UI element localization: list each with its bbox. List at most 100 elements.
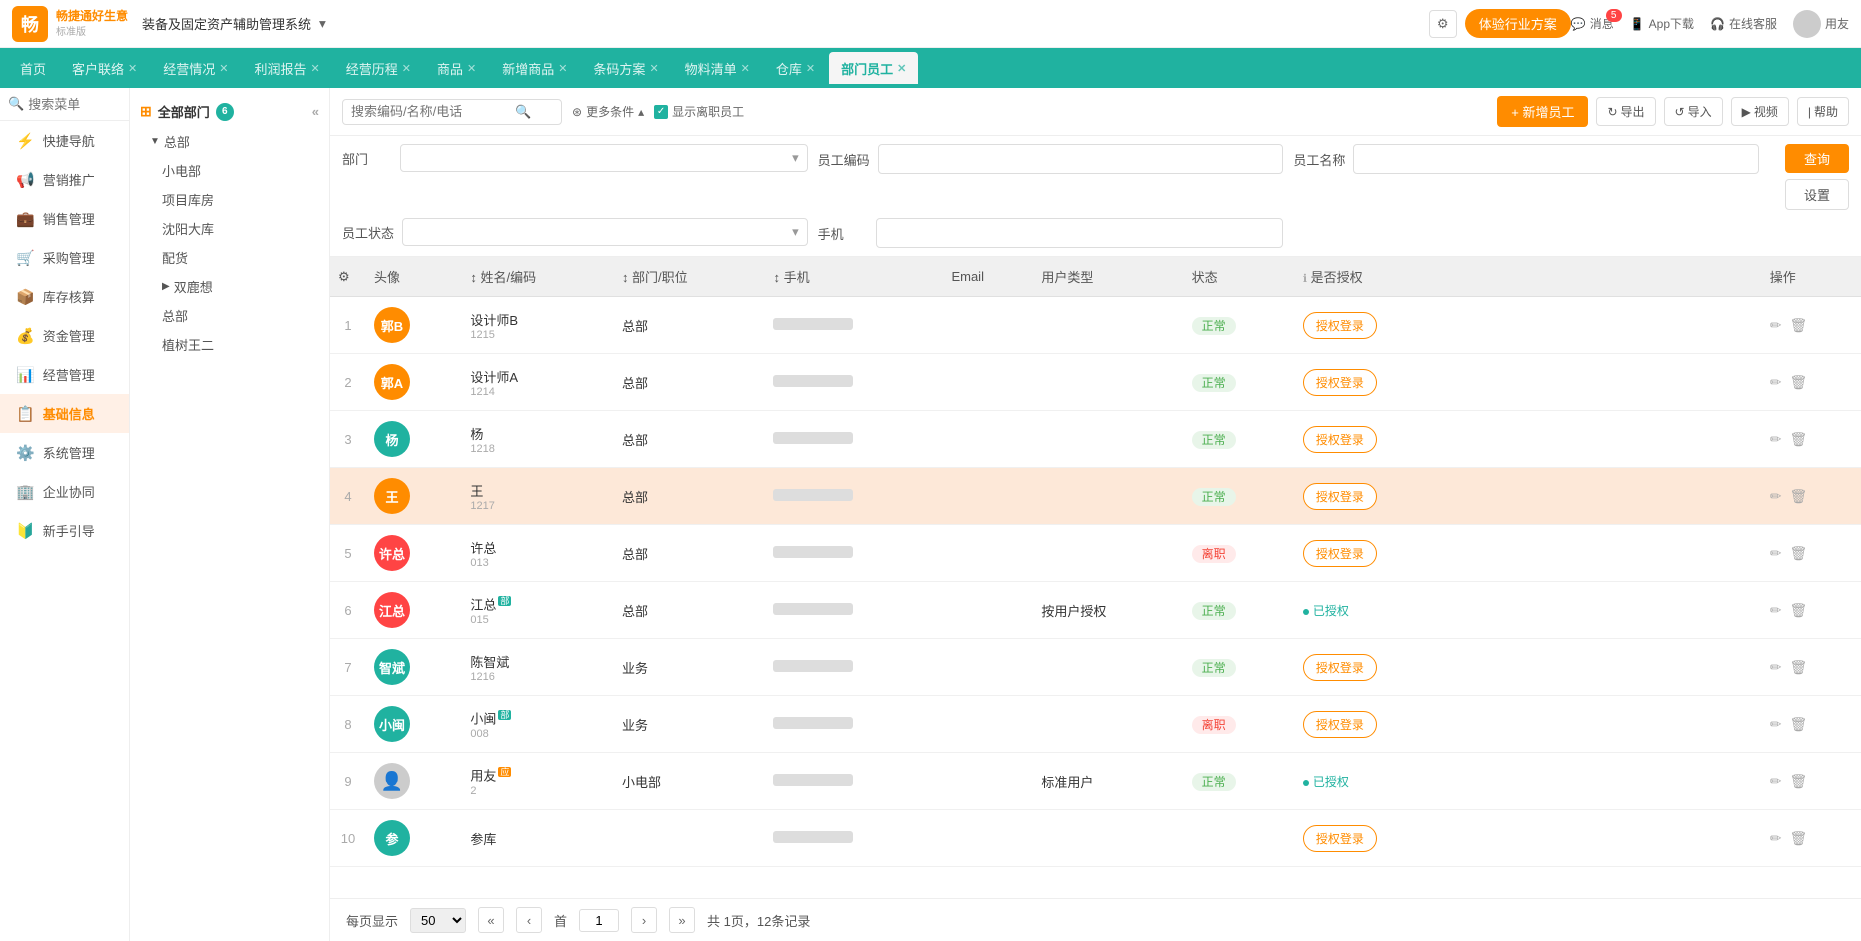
more-conditions-button[interactable]: ⊛ 更多条件 ▴	[572, 103, 644, 120]
page-input[interactable]	[579, 909, 619, 932]
phone-input[interactable]	[876, 218, 1284, 248]
add-employee-button[interactable]: + 新增员工	[1497, 96, 1588, 127]
auth-button[interactable]: 授权登录	[1303, 654, 1377, 681]
user-menu[interactable]: 用友	[1793, 10, 1849, 38]
video-button[interactable]: ▶ 视频	[1731, 97, 1789, 126]
filter-settings-button[interactable]: 设置	[1785, 179, 1849, 210]
tab-customer[interactable]: 客户联络 ✕	[60, 52, 149, 84]
status-select[interactable]: ▾	[402, 218, 808, 246]
auth-button[interactable]: 授权登录	[1303, 312, 1377, 339]
auth-button[interactable]: 授权登录	[1303, 711, 1377, 738]
tab-bom[interactable]: 物料清单 ✕	[673, 52, 762, 84]
trial-button[interactable]: 体验行业方案	[1465, 9, 1571, 38]
tab-department-employee[interactable]: 部门员工 ✕	[829, 52, 918, 84]
close-icon[interactable]: ✕	[311, 62, 320, 75]
export-button[interactable]: ↻ 导出	[1596, 97, 1655, 126]
delete-icon[interactable]: 🗑	[1789, 374, 1807, 391]
sidebar-item-enterprise[interactable]: 🏢 企业协同	[0, 472, 129, 511]
sidebar-item-operations[interactable]: 📊 经营管理	[0, 355, 129, 394]
edit-icon[interactable]: ✏	[1770, 659, 1782, 676]
delete-icon[interactable]: 🗑	[1789, 317, 1807, 334]
delete-icon[interactable]: 🗑	[1789, 488, 1807, 505]
show-resigned-toggle[interactable]: ✓ 显示离职员工	[654, 103, 744, 120]
delete-icon[interactable]: 🗑	[1789, 773, 1807, 790]
dept-node-general[interactable]: ▼总部	[130, 127, 329, 156]
settings-button[interactable]: ⚙	[1429, 10, 1457, 38]
import-button[interactable]: ↺ 导入	[1664, 97, 1723, 126]
dept-node-distribution[interactable]: 配货	[130, 243, 329, 272]
close-icon[interactable]: ✕	[467, 62, 476, 75]
auth-button[interactable]: 授权登录	[1303, 483, 1377, 510]
dept-node-shenyang[interactable]: 沈阳大库	[130, 214, 329, 243]
tab-profit[interactable]: 利润报告 ✕	[242, 52, 331, 84]
sidebar-item-guide[interactable]: 🔰 新手引导	[0, 511, 129, 550]
query-button[interactable]: 查询	[1785, 144, 1849, 173]
close-icon[interactable]: ✕	[219, 62, 228, 75]
edit-icon[interactable]: ✏	[1770, 317, 1782, 334]
close-icon[interactable]: ✕	[558, 62, 567, 75]
tab-add-goods[interactable]: 新增商品 ✕	[490, 52, 579, 84]
tab-warehouse[interactable]: 仓库 ✕	[764, 52, 827, 84]
sidebar-item-basic-info[interactable]: 📋 基础信息	[0, 394, 129, 433]
first-page-btn[interactable]: «	[478, 907, 504, 933]
tab-journey[interactable]: 经营历程 ✕	[334, 52, 423, 84]
close-icon[interactable]: ✕	[897, 62, 906, 75]
prev-page-btn[interactable]: ‹	[516, 907, 542, 933]
col-settings[interactable]: ⚙	[330, 257, 366, 297]
tab-barcode[interactable]: 条码方案 ✕	[581, 52, 670, 84]
close-icon[interactable]: ✕	[402, 62, 411, 75]
sidebar-item-inventory[interactable]: 📦 库存核算	[0, 277, 129, 316]
auth-button[interactable]: 授权登录	[1303, 540, 1377, 567]
edit-icon[interactable]: ✏	[1770, 602, 1782, 619]
last-page-btn[interactable]: »	[669, 907, 695, 933]
sidebar-item-finance[interactable]: 💰 资金管理	[0, 316, 129, 355]
app-download-button[interactable]: 📱 App下载	[1630, 15, 1694, 32]
emp-code-input[interactable]	[878, 144, 1284, 174]
collapse-button[interactable]: «	[312, 104, 319, 119]
message-button[interactable]: 💬 消息 5	[1571, 15, 1614, 32]
edit-icon[interactable]: ✏	[1770, 545, 1782, 562]
dept-node-project[interactable]: 项目库房	[130, 185, 329, 214]
sidebar-item-system[interactable]: ⚙️ 系统管理	[0, 433, 129, 472]
online-support-button[interactable]: 🎧 在线客服	[1710, 15, 1777, 32]
col-dept-pos[interactable]: ↕ 部门/职位	[614, 257, 766, 297]
more-button[interactable]: | 帮助	[1797, 97, 1849, 126]
edit-icon[interactable]: ✏	[1770, 773, 1782, 790]
dept-node-shuanglu[interactable]: ▶双鹿想	[130, 272, 329, 301]
system-dropdown-btn[interactable]: ▾	[319, 16, 326, 32]
auth-button[interactable]: 授权登录	[1303, 369, 1377, 396]
col-name-code[interactable]: ↕ 姓名/编码	[462, 257, 614, 297]
emp-name-input[interactable]	[1353, 144, 1759, 174]
delete-icon[interactable]: 🗑	[1789, 602, 1807, 619]
delete-icon[interactable]: 🗑	[1789, 830, 1807, 847]
tab-goods[interactable]: 商品 ✕	[425, 52, 488, 84]
edit-icon[interactable]: ✏	[1770, 431, 1782, 448]
next-page-btn[interactable]: ›	[631, 907, 657, 933]
sidebar-search-input[interactable]	[28, 97, 121, 112]
sidebar-item-purchase[interactable]: 🛒 采购管理	[0, 238, 129, 277]
delete-icon[interactable]: 🗑	[1789, 716, 1807, 733]
delete-icon[interactable]: 🗑	[1789, 545, 1807, 562]
tab-home[interactable]: 首页	[8, 52, 58, 84]
employee-search-input[interactable]	[351, 104, 511, 119]
page-size-select[interactable]: 50 20 100	[410, 908, 466, 933]
close-icon[interactable]: ✕	[128, 62, 137, 75]
sidebar-item-quick-nav[interactable]: ⚡ 快捷导航	[0, 121, 129, 160]
dept-filter-select[interactable]: ▾	[400, 144, 808, 172]
close-icon[interactable]: ✕	[806, 62, 815, 75]
delete-icon[interactable]: 🗑	[1789, 431, 1807, 448]
col-phone[interactable]: ↕ 手机	[765, 257, 943, 297]
close-icon[interactable]: ✕	[741, 62, 750, 75]
auth-button[interactable]: 授权登录	[1303, 825, 1377, 852]
edit-icon[interactable]: ✏	[1770, 488, 1782, 505]
dept-node-small-elec[interactable]: 小电部	[130, 156, 329, 185]
delete-icon[interactable]: 🗑	[1789, 659, 1807, 676]
dept-node-plant[interactable]: 植树王二	[130, 330, 329, 359]
edit-icon[interactable]: ✏	[1770, 716, 1782, 733]
edit-icon[interactable]: ✏	[1770, 830, 1782, 847]
sidebar-item-sales[interactable]: 💼 销售管理	[0, 199, 129, 238]
edit-icon[interactable]: ✏	[1770, 374, 1782, 391]
auth-button[interactable]: 授权登录	[1303, 426, 1377, 453]
tab-operations[interactable]: 经营情况 ✕	[151, 52, 240, 84]
sidebar-item-marketing[interactable]: 📢 营销推广	[0, 160, 129, 199]
